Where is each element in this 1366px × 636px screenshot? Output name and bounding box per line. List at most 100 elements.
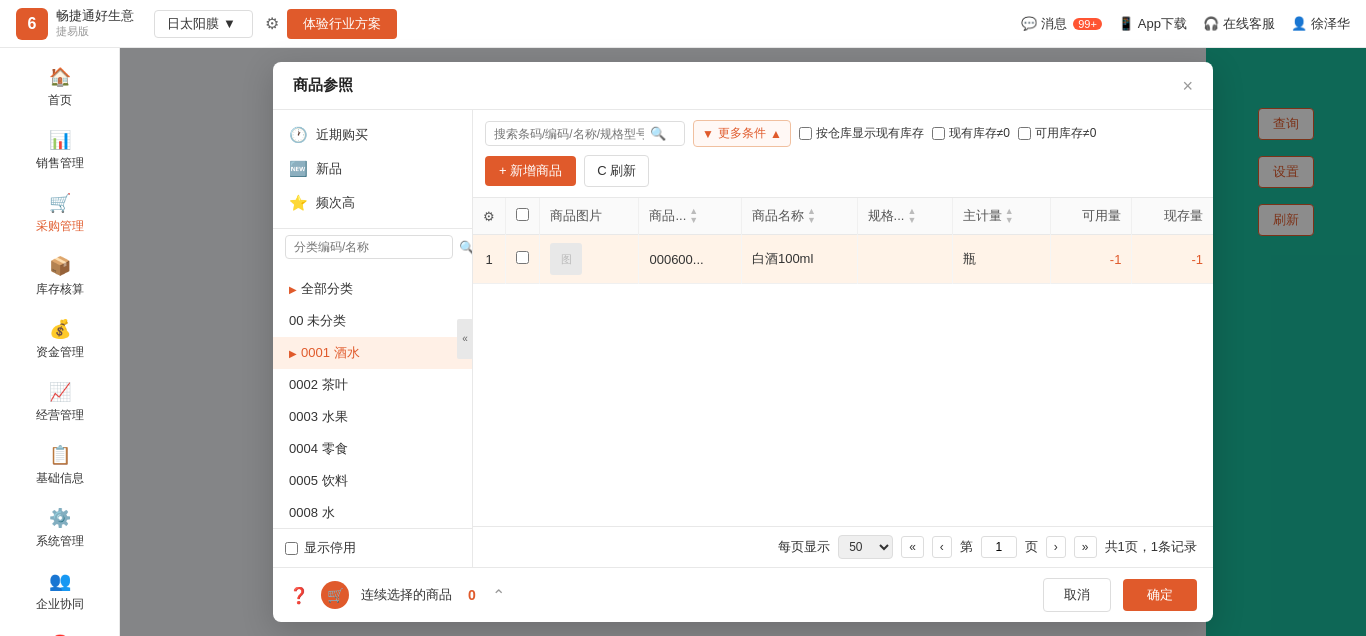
operations-icon: 📈 [49, 381, 71, 403]
check-available-label[interactable]: 现有库存≠0 [932, 125, 1010, 142]
store-selector[interactable]: 日太阳膜 ▼ [154, 10, 253, 38]
cancel-btn[interactable]: 取消 [1043, 578, 1111, 612]
phone-icon: 📱 [1118, 16, 1134, 31]
store-name: 日太阳膜 [167, 15, 219, 33]
td-spec [857, 235, 952, 284]
basic-icon: 📋 [49, 444, 71, 466]
td-name: 白酒100ml [741, 235, 857, 284]
collapse-panel-btn[interactable]: « [457, 319, 473, 359]
cat-item-0004[interactable]: 0004 零食 [273, 433, 472, 465]
page-suffix: 页 [1025, 538, 1038, 556]
sidebar-item-enterprise[interactable]: 👥 企业协同 [0, 560, 119, 623]
modal-title: 商品参照 [293, 76, 353, 95]
check-usable-label[interactable]: 可用库存≠0 [1018, 125, 1096, 142]
tab-recent-label: 近期购买 [316, 126, 368, 144]
cart-icon[interactable]: 🛒 [321, 581, 349, 609]
cat-item-0001[interactable]: ▶ 0001 酒水 [273, 337, 472, 369]
purchase-icon: 🛒 [49, 192, 71, 214]
sidebar-item-sales[interactable]: 📊 销售管理 [0, 119, 119, 182]
footer-collapse-icon[interactable]: ⌃ [492, 586, 505, 605]
category-search-area: 🔍 [273, 229, 472, 265]
check-warehouse-input[interactable] [799, 127, 812, 140]
page-input[interactable] [981, 536, 1017, 558]
sales-icon: 📊 [49, 129, 71, 151]
sidebar-item-guide[interactable]: 🎯 新手引导 [0, 623, 119, 636]
refresh-btn[interactable]: C 刷新 [584, 155, 649, 187]
sidebar-item-operations[interactable]: 📈 经营管理 [0, 371, 119, 434]
category-search-input[interactable] [285, 235, 453, 259]
page-size-select[interactable]: 50 100 200 [838, 535, 893, 559]
cat-item-0005[interactable]: 0005 饮料 [273, 465, 472, 497]
next-page-btn[interactable]: › [1046, 536, 1066, 558]
th-code[interactable]: 商品... ▲▼ [639, 198, 741, 235]
table-header-row: ⚙ 商品图片 商品... ▲▼ [473, 198, 1213, 235]
sidebar-label-basic: 基础信息 [36, 470, 84, 487]
th-checkbox[interactable] [506, 198, 540, 235]
filter-more-btn[interactable]: ▼ 更多条件 ▲ [693, 120, 791, 147]
sidebar-item-basic[interactable]: 📋 基础信息 [0, 434, 119, 497]
cat-item-0008[interactable]: 0008 水 [273, 497, 472, 528]
first-page-btn[interactable]: « [901, 536, 924, 558]
th-stock: 现存量 [1132, 198, 1213, 235]
check-available-input[interactable] [932, 127, 945, 140]
sidebar-label-purchase: 采购管理 [36, 218, 84, 235]
th-spec[interactable]: 规格... ▲▼ [857, 198, 952, 235]
sidebar-label-finance: 资金管理 [36, 344, 84, 361]
sidebar-item-purchase[interactable]: 🛒 采购管理 [0, 182, 119, 245]
row-checkbox[interactable] [516, 251, 529, 264]
prev-page-btn[interactable]: ‹ [932, 536, 952, 558]
td-unit: 瓶 [952, 235, 1050, 284]
modal-close-btn[interactable]: × [1182, 77, 1193, 95]
show-disabled-checkbox[interactable]: 显示停用 [285, 539, 460, 557]
show-disabled-input[interactable] [285, 542, 298, 555]
logo-icon: 6 [16, 8, 48, 40]
user-item[interactable]: 👤 徐泽华 [1291, 15, 1350, 33]
sidebar-item-home[interactable]: 🏠 首页 [0, 56, 119, 119]
finance-icon: 💰 [49, 318, 71, 340]
check-usable-input[interactable] [1018, 127, 1031, 140]
modal-body: 🕐 近期购买 🆕 新品 ⭐ 频次高 [273, 110, 1213, 567]
tab-frequent[interactable]: ⭐ 频次高 [273, 186, 472, 220]
settings-icon[interactable]: ⚙ [265, 14, 279, 33]
app-download-item[interactable]: 📱 App下载 [1118, 15, 1187, 33]
table-row[interactable]: 1 图 000600... 白酒100ml 瓶 [473, 235, 1213, 284]
tab-new[interactable]: 🆕 新品 [273, 152, 472, 186]
th-name[interactable]: 商品名称 ▲▼ [741, 198, 857, 235]
confirm-btn[interactable]: 确定 [1123, 579, 1197, 611]
cat-item-0002[interactable]: 0002 茶叶 [273, 369, 472, 401]
th-unit[interactable]: 主计量 ▲▼ [952, 198, 1050, 235]
product-search-box: 🔍 [485, 121, 685, 146]
help-icon[interactable]: ❓ [289, 586, 309, 605]
modal-footer: ❓ 🛒 连续选择的商品 0 ⌃ 取消 确定 [273, 567, 1213, 622]
app-badge: 捷易版 [56, 24, 134, 39]
experience-btn[interactable]: 体验行业方案 [287, 9, 397, 39]
cat-name-0008: 0008 水 [289, 504, 335, 522]
sidebar-item-inventory[interactable]: 📦 库存核算 [0, 245, 119, 308]
main-layout: 🏠 首页 📊 销售管理 🛒 采购管理 📦 库存核算 💰 资金管理 📈 经营管理 … [0, 48, 1366, 636]
td-available: -1 [1050, 235, 1132, 284]
online-service-item[interactable]: 🎧 在线客服 [1203, 15, 1275, 33]
last-page-btn[interactable]: » [1074, 536, 1097, 558]
modal-left-bottom: 显示停用 [273, 528, 472, 567]
check-available-text: 现有库存≠0 [949, 125, 1010, 142]
sidebar-item-system[interactable]: ⚙️ 系统管理 [0, 497, 119, 560]
tab-recent[interactable]: 🕐 近期购买 [273, 118, 472, 152]
cat-name-0003: 0003 水果 [289, 408, 348, 426]
add-product-btn[interactable]: + 新增商品 [485, 156, 576, 186]
sidebar-label-sales: 销售管理 [36, 155, 84, 172]
check-warehouse-label[interactable]: 按仓库显示现有库存 [799, 125, 924, 142]
cat-item-0003[interactable]: 0003 水果 [273, 401, 472, 433]
th-settings[interactable]: ⚙ [473, 198, 506, 235]
notifications-item[interactable]: 💬 消息 99+ [1021, 15, 1102, 33]
cat-item-00[interactable]: 00 未分类 [273, 305, 472, 337]
category-search-icon[interactable]: 🔍 [459, 240, 473, 255]
cat-item-all[interactable]: ▶ 全部分类 [273, 273, 472, 305]
page-size-label: 每页显示 [778, 538, 830, 556]
sidebar-item-finance[interactable]: 💰 资金管理 [0, 308, 119, 371]
pagination: 每页显示 50 100 200 « ‹ 第 页 › [473, 526, 1213, 567]
selected-count: 0 [468, 587, 476, 603]
product-search-icon[interactable]: 🔍 [650, 126, 666, 141]
select-all-checkbox[interactable] [516, 208, 529, 221]
td-checkbox[interactable] [506, 235, 540, 284]
product-search-input[interactable] [494, 127, 644, 141]
